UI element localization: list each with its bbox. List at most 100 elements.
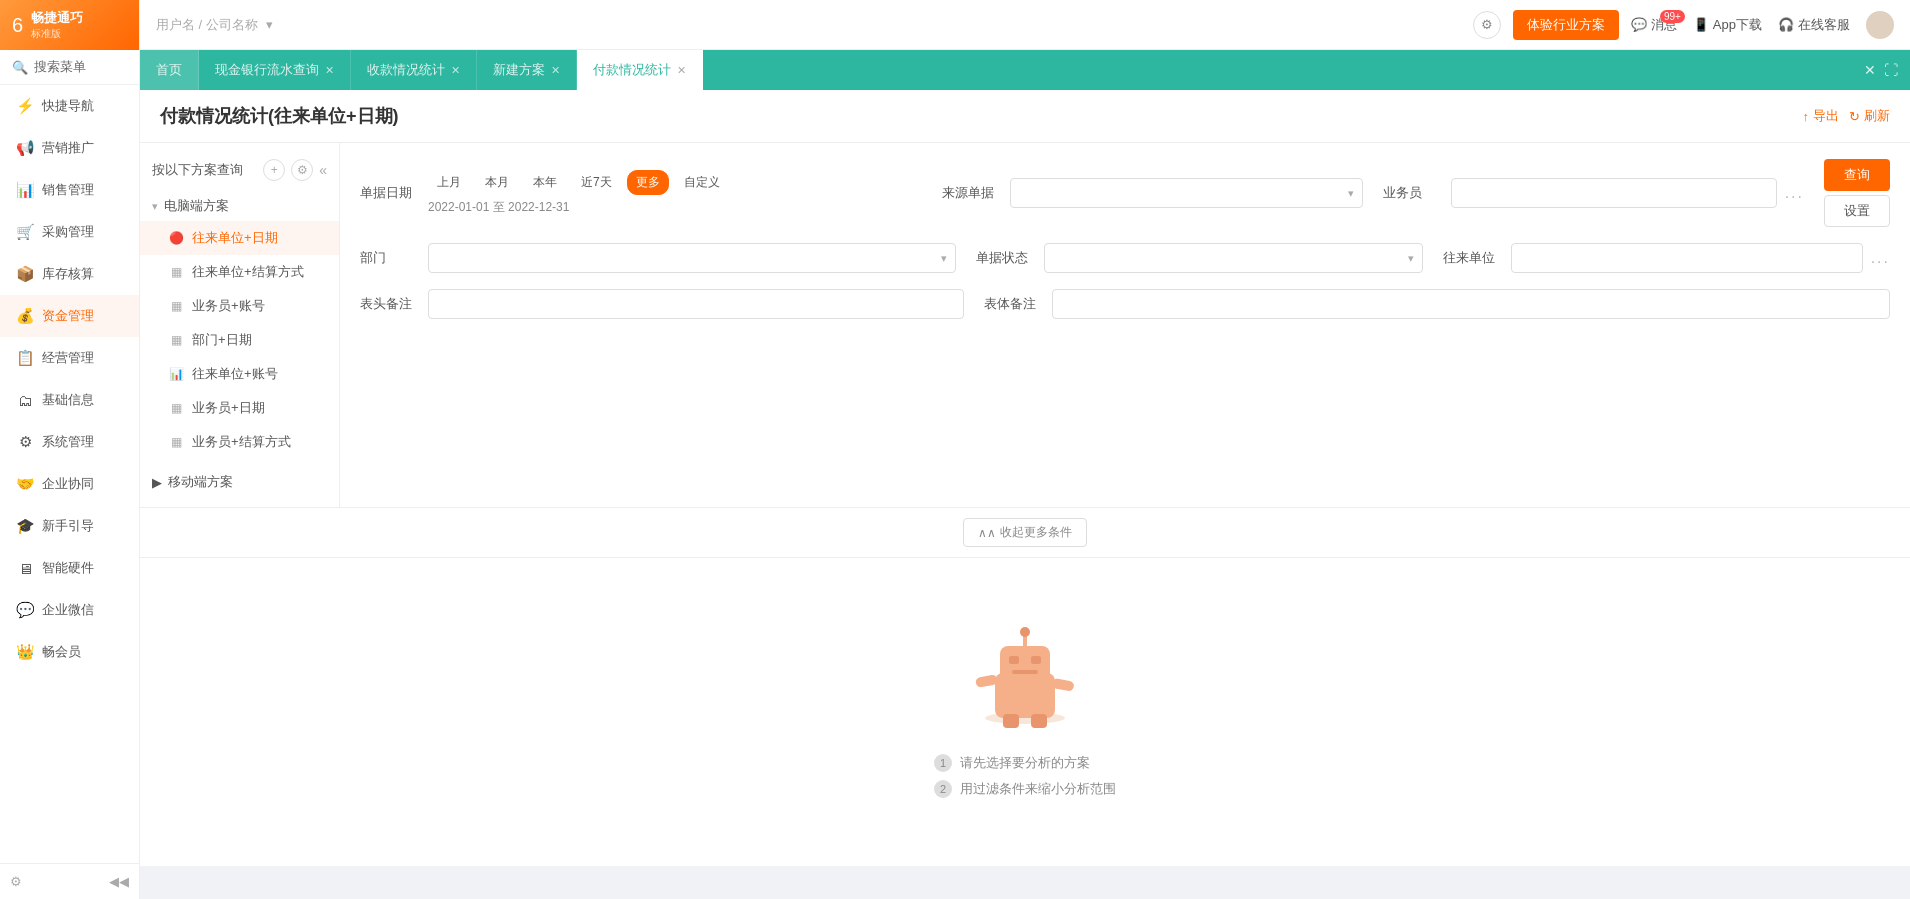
sidebar: 6 畅捷通巧 标准版 🔍 搜索菜单 ⚡ 快捷导航 📢 营销推广 📊 销售管理 🛒… [0,0,140,899]
sidebar-item-label: 销售管理 [42,181,94,199]
salesman-dots-button[interactable]: ... [1785,184,1804,202]
scheme-item-salesman-settlement[interactable]: ▦ 业务员+结算方式 [140,425,339,459]
unit-input[interactable] [1511,243,1863,273]
pc-arrow-icon: ▾ [152,200,158,213]
unit-label: 往来单位 [1443,249,1503,267]
logo-icon: 6 [12,14,23,37]
scheme-item-unit-date[interactable]: 🔴 往来单位+日期 [140,221,339,255]
sidebar-item-quick-nav[interactable]: ⚡ 快捷导航 [0,85,139,127]
scheme-item-dept-date[interactable]: ▦ 部门+日期 [140,323,339,357]
filter-header-note-field: 表头备注 [360,289,964,319]
breadcrumb-user: 用户名 / 公司名称 [156,16,258,34]
svg-rect-2 [1000,646,1050,681]
scheme-item-unit-account[interactable]: 📊 往来单位+账号 [140,357,339,391]
sidebar-settings-icon[interactable]: ⚙ [10,874,22,889]
refresh-icon: ↻ [1849,109,1860,124]
tab-home[interactable]: 首页 [140,50,199,90]
sidebar-item-system[interactable]: ⚙ 系统管理 [0,421,139,463]
sidebar-item-guide[interactable]: 🎓 新手引导 [0,505,139,547]
svg-point-7 [1020,627,1030,637]
tab-payment-stat[interactable]: 付款情况统计 ✕ [577,50,703,90]
scheme-mobile-group-title[interactable]: ▶ 移动端方案 [140,467,339,497]
collapse-conditions-button[interactable]: ∧∧ 收起更多条件 [963,518,1087,547]
tab-payment-stat-close[interactable]: ✕ [677,64,686,77]
body-note-input[interactable] [1052,289,1890,319]
wechat-icon: 💬 [16,601,34,619]
filter-dept-field: 部门 ▾ [360,243,956,273]
sidebar-search[interactable]: 🔍 搜索菜单 [0,50,139,85]
unit-dots-button[interactable]: ... [1871,249,1890,267]
guide-icon: 🎓 [16,517,34,535]
sidebar-item-hardware[interactable]: 🖥 智能硬件 [0,547,139,589]
sidebar-item-member[interactable]: 👑 畅会员 [0,631,139,673]
trial-button[interactable]: 体验行业方案 [1513,10,1619,40]
scheme-collapse-button[interactable]: « [319,162,327,178]
message-icon: 💬 [1631,17,1647,32]
sidebar-item-inventory[interactable]: 📦 库存核算 [0,253,139,295]
query-button[interactable]: 查询 [1824,159,1890,191]
date-range-display: 2022-01-01 至 2022-12-31 [428,199,729,216]
tab-bank-flow-close[interactable]: ✕ [325,64,334,77]
scheme-item-salesman-date[interactable]: ▦ 业务员+日期 [140,391,339,425]
online-service-button[interactable]: 🎧 在线客服 [1778,16,1850,34]
header-note-input[interactable] [428,289,964,319]
export-button[interactable]: ↑ 导出 [1803,107,1840,125]
sidebar-item-sales[interactable]: 📊 销售管理 [0,169,139,211]
sidebar-item-fund[interactable]: 💰 资金管理 [0,295,139,337]
filter-row-3: 表头备注 表体备注 [360,289,1890,319]
salesman-label: 业务员 [1383,184,1443,202]
service-label: 在线客服 [1798,16,1850,34]
date-btn-custom[interactable]: 自定义 [675,170,729,195]
sidebar-item-operation[interactable]: 📋 经营管理 [0,337,139,379]
gear-icon: ⚙ [297,163,308,177]
sidebar-collapse-icon[interactable]: ◀◀ [109,874,129,889]
docstatus-select[interactable]: ▾ [1044,243,1423,273]
topbar-settings-button[interactable]: ⚙ [1473,11,1501,39]
scheme-item-salesman-account[interactable]: ▦ 业务员+账号 [140,289,339,323]
tip-num-1: 1 [934,754,952,772]
scheme-item-unit-settlement[interactable]: ▦ 往来单位+结算方式 [140,255,339,289]
scheme-settings-button[interactable]: ⚙ [291,159,313,181]
header-note-label: 表头备注 [360,295,420,313]
scheme-pc-group-title[interactable]: ▾ 电脑端方案 [140,191,339,221]
date-btn-last-month[interactable]: 上月 [428,170,470,195]
sidebar-item-coop[interactable]: 🤝 企业协同 [0,463,139,505]
tab-new-scheme[interactable]: 新建方案 ✕ [477,50,577,90]
scheme-item-label: 往来单位+结算方式 [192,263,304,281]
source-select[interactable]: ▾ [1010,178,1363,208]
app-download-button[interactable]: 📱 App下载 [1693,16,1762,34]
date-btn-this-month[interactable]: 本月 [476,170,518,195]
sidebar-item-label: 营销推广 [42,139,94,157]
date-btn-this-year[interactable]: 本年 [524,170,566,195]
refresh-label: 刷新 [1864,107,1890,125]
refresh-button[interactable]: ↻ 刷新 [1849,107,1890,125]
tab-bank-flow[interactable]: 现金银行流水查询 ✕ [199,50,351,90]
sales-icon: 📊 [16,181,34,199]
date-btn-last-7[interactable]: 近7天 [572,170,621,195]
salesman-input[interactable] [1451,178,1777,208]
sidebar-item-label: 库存核算 [42,265,94,283]
message-button[interactable]: 💬 消息 99+ [1631,16,1677,34]
sidebar-item-wechat[interactable]: 💬 企业微信 [0,589,139,631]
tab-new-scheme-label: 新建方案 [493,61,545,79]
table-icon-2: ▦ [168,298,184,314]
sidebar-item-basic[interactable]: 🗂 基础信息 [0,379,139,421]
scheme-add-button[interactable]: + [263,159,285,181]
topbar: 用户名 / 公司名称 ▾ ⚙ 体验行业方案 💬 消息 99+ 📱 App下载 🎧… [140,0,1910,50]
dept-arrow: ▾ [941,252,947,265]
sidebar-item-purchase[interactable]: 🛒 采购管理 [0,211,139,253]
tab-receipt-stat[interactable]: 收款情况统计 ✕ [351,50,477,90]
date-btn-more[interactable]: 更多 [627,170,669,195]
tab-new-scheme-close[interactable]: ✕ [551,64,560,77]
filter-settings-button[interactable]: 设置 [1824,195,1890,227]
service-icon: 🎧 [1778,17,1794,32]
tab-close-all-icon[interactable]: ✕ [1864,62,1876,78]
tab-payment-stat-label: 付款情况统计 [593,61,671,79]
tab-receipt-stat-close[interactable]: ✕ [451,64,460,77]
scheme-item-label: 部门+日期 [192,331,252,349]
logo-name: 畅捷通巧 [31,9,83,27]
sidebar-item-marketing[interactable]: 📢 营销推广 [0,127,139,169]
tab-expand-icon[interactable]: ⛶ [1884,62,1898,78]
body-note-label: 表体备注 [984,295,1044,313]
dept-select[interactable]: ▾ [428,243,956,273]
